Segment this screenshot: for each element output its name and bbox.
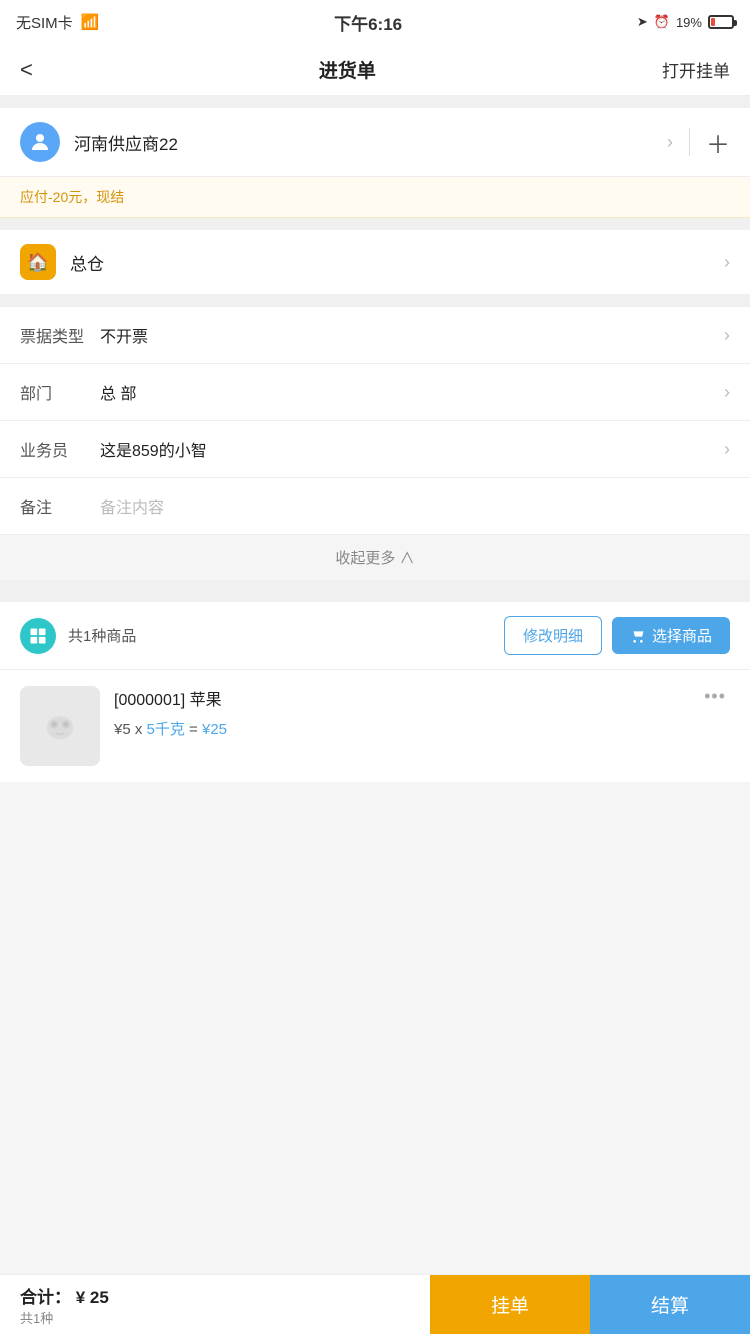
total-count: 共1种: [20, 1308, 410, 1327]
modify-detail-button[interactable]: 修改明细: [504, 616, 602, 655]
location-icon: ➤: [637, 14, 648, 30]
supplier-divider: [689, 128, 690, 156]
product-header: 共1种商品 修改明细 选择商品: [0, 592, 750, 669]
product-title: 苹果: [190, 692, 222, 709]
signal-text: 无SIM卡: [16, 12, 73, 33]
status-right: ➤ ⏰ 19%: [637, 14, 734, 30]
collapse-bar[interactable]: 收起更多 ∧: [0, 534, 750, 580]
add-button[interactable]: ＋: [706, 125, 730, 160]
product-item: [0000001] 苹果 ¥5 x 5千克 = ¥25 •••: [0, 669, 750, 782]
product-qty: 5千克: [147, 721, 185, 738]
nav-bar: < 进货单 打开挂单: [0, 44, 750, 96]
status-bar: 无SIM卡 📶 下午6:16 ➤ ⏰ 19%: [0, 0, 750, 44]
product-menu-button[interactable]: •••: [700, 686, 730, 707]
invoice-type-value: 不开票: [100, 323, 724, 347]
total-value: ¥ 25: [76, 1288, 109, 1307]
select-product-label: 选择商品: [652, 625, 712, 646]
invoice-type-chevron-icon: ›: [724, 325, 730, 346]
sales-rep-value: 这是859的小智: [100, 437, 724, 461]
warehouse-chevron-icon: ›: [724, 252, 730, 273]
checkout-button[interactable]: 结算: [590, 1275, 750, 1334]
department-value: 总 部: [100, 380, 724, 404]
warehouse-row[interactable]: 🏠 总仓 ›: [0, 230, 750, 294]
product-info: [0000001] 苹果 ¥5 x 5千克 = ¥25: [114, 686, 700, 739]
warehouse-icon: 🏠: [20, 244, 56, 280]
page-title: 进货单: [319, 56, 376, 83]
total-amount: 合计： ¥ 25: [20, 1283, 410, 1308]
supplier-chevron-icon: ›: [667, 132, 673, 153]
top-divider: [0, 96, 750, 108]
alarm-icon: ⏰: [654, 14, 670, 30]
sales-rep-label: 业务员: [20, 437, 100, 461]
remark-row[interactable]: 备注 备注内容: [0, 477, 750, 534]
supplier-name: 河南供应商22: [74, 130, 667, 155]
status-left: 无SIM卡 📶: [16, 12, 99, 33]
sales-rep-row[interactable]: 业务员 这是859的小智 ›: [0, 420, 750, 477]
open-hang-button[interactable]: 打开挂单: [662, 57, 730, 82]
supplier-row[interactable]: 河南供应商22 › ＋: [0, 108, 750, 177]
remark-label: 备注: [20, 494, 100, 518]
product-total: ¥25: [202, 721, 227, 738]
product-equals: =: [189, 721, 198, 738]
product-count: 共1种商品: [68, 625, 504, 646]
battery-percent: 19%: [676, 15, 702, 30]
select-product-button[interactable]: 选择商品: [612, 617, 730, 654]
remark-input[interactable]: 备注内容: [100, 494, 730, 518]
total-section: 合计： ¥ 25 共1种: [0, 1275, 430, 1334]
product-section-icon: [20, 618, 56, 654]
supplier-avatar: [20, 122, 60, 162]
sales-rep-chevron-icon: ›: [724, 439, 730, 460]
invoice-type-row[interactable]: 票据类型 不开票 ›: [0, 306, 750, 363]
section-divider-2: [0, 294, 750, 306]
warehouse-name: 总仓: [70, 250, 724, 275]
cart-icon: [630, 628, 646, 644]
product-thumbnail: [20, 686, 100, 766]
section-divider-1: [0, 218, 750, 230]
product-code: [0000001]: [114, 692, 185, 709]
wifi-icon: 📶: [81, 13, 100, 31]
battery-icon: [708, 15, 734, 29]
supplier-section: 河南供应商22 › ＋ 应付-20元，现结: [0, 108, 750, 218]
product-unit-price: ¥5 x: [114, 721, 142, 738]
payment-notice: 应付-20元，现结: [0, 177, 750, 218]
status-time: 下午6:16: [334, 10, 402, 35]
form-section: 票据类型 不开票 › 部门 总 部 › 业务员 这是859的小智 › 备注 备注…: [0, 306, 750, 534]
department-row[interactable]: 部门 总 部 ›: [0, 363, 750, 420]
bottom-bar: 合计： ¥ 25 共1种 挂单 结算: [0, 1274, 750, 1334]
department-chevron-icon: ›: [724, 382, 730, 403]
hang-button[interactable]: 挂单: [430, 1275, 590, 1334]
back-button[interactable]: <: [20, 57, 33, 83]
product-name: [0000001] 苹果: [114, 686, 700, 710]
invoice-type-label: 票据类型: [20, 323, 100, 347]
department-label: 部门: [20, 380, 100, 404]
warehouse-section: 🏠 总仓 ›: [0, 230, 750, 294]
product-price: ¥5 x 5千克 = ¥25: [114, 718, 700, 739]
section-divider-3: [0, 580, 750, 592]
total-label: 合计：: [20, 1288, 71, 1307]
